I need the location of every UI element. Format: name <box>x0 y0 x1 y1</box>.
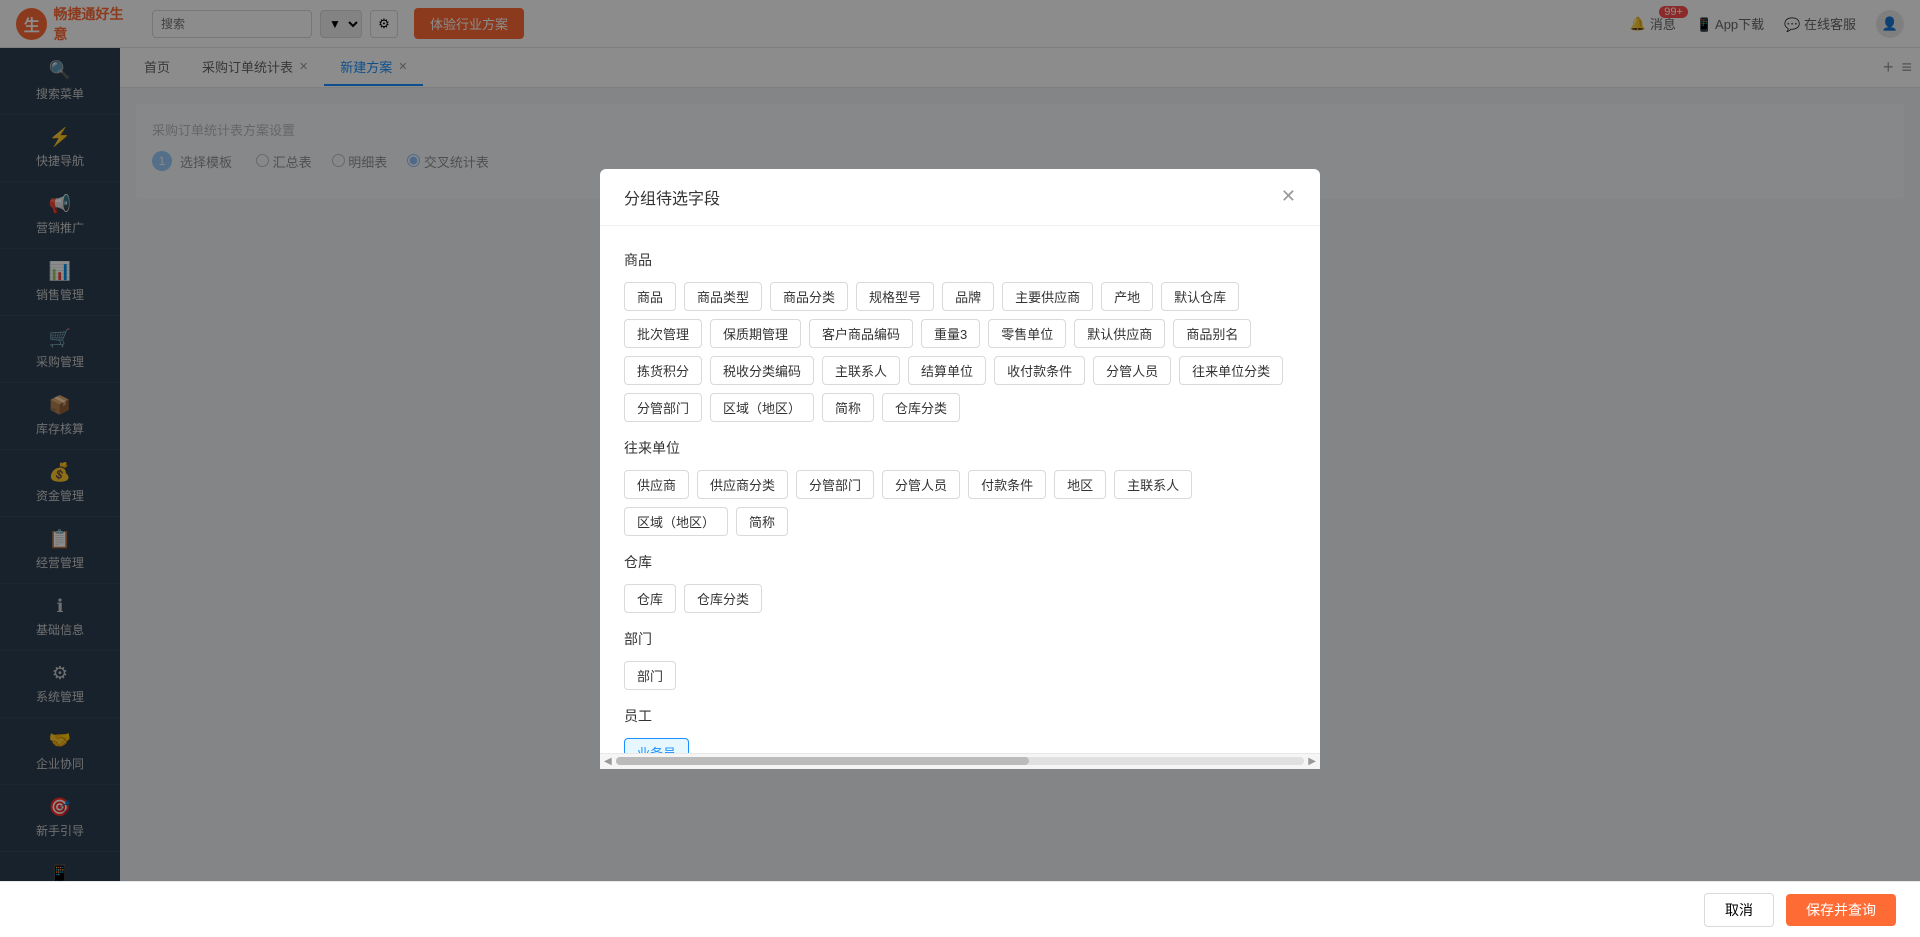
field-tag[interactable]: 品牌 <box>942 282 994 311</box>
field-group-dept: 部门 <box>624 661 1296 690</box>
field-tag[interactable]: 主要供应商 <box>1002 282 1093 311</box>
field-group-counterpart: 供应商 供应商分类 分管部门 分管人员 付款条件 地区 主联系人 区域（地区） … <box>624 470 1296 536</box>
section-title-counterpart: 往来单位 <box>624 438 1296 458</box>
horizontal-scrollbar[interactable] <box>616 757 1305 765</box>
field-tag[interactable]: 商品类型 <box>684 282 762 311</box>
field-tag[interactable]: 主联系人 <box>1114 470 1192 499</box>
field-tag[interactable]: 默认仓库 <box>1161 282 1239 311</box>
field-tag[interactable]: 分管部门 <box>624 393 702 422</box>
field-tag[interactable]: 区域（地区） <box>624 507 728 536</box>
field-tag[interactable]: 默认供应商 <box>1074 319 1165 348</box>
field-tag[interactable]: 规格型号 <box>856 282 934 311</box>
scrollbar-thumb <box>616 757 1029 765</box>
section-title-employee: 员工 <box>624 706 1296 726</box>
modal-title: 分组待选字段 <box>624 185 720 209</box>
field-tag[interactable]: 客户商品编码 <box>809 319 913 348</box>
field-tag[interactable]: 批次管理 <box>624 319 702 348</box>
scroll-right-arrow[interactable]: ▶ <box>1308 756 1316 767</box>
field-tag[interactable]: 分管人员 <box>882 470 960 499</box>
field-tag[interactable]: 地区 <box>1054 470 1106 499</box>
field-tag[interactable]: 往来单位分类 <box>1179 356 1283 385</box>
field-tag[interactable]: 分管部门 <box>796 470 874 499</box>
field-tag-employee-selected[interactable]: 业务员 <box>624 738 689 753</box>
field-tag[interactable]: 仓库分类 <box>684 584 762 613</box>
field-tag[interactable]: 商品 <box>624 282 676 311</box>
field-tag[interactable]: 商品别名 <box>1173 319 1251 348</box>
field-tag[interactable]: 重量3 <box>921 319 980 348</box>
section-title-dept: 部门 <box>624 629 1296 649</box>
field-tag[interactable]: 拣货积分 <box>624 356 702 385</box>
section-title-product: 商品 <box>624 250 1296 270</box>
field-tag[interactable]: 零售单位 <box>988 319 1066 348</box>
modal-scroll-bottom: ◀ ▶ <box>600 753 1320 769</box>
field-tag[interactable]: 收付款条件 <box>994 356 1085 385</box>
field-tag[interactable]: 分管人员 <box>1093 356 1171 385</box>
field-group-product: 商品 商品类型 商品分类 规格型号 品牌 主要供应商 产地 默认仓库 批次管理 … <box>624 282 1296 422</box>
field-tag[interactable]: 结算单位 <box>908 356 986 385</box>
field-tag[interactable]: 税收分类编码 <box>710 356 814 385</box>
field-tag[interactable]: 产地 <box>1101 282 1153 311</box>
field-tag[interactable]: 保质期管理 <box>710 319 801 348</box>
footer-area: 取消 保存并查询 <box>0 881 1920 937</box>
modal-dialog: 分组待选字段 ✕ 商品 商品 商品类型 商品分类 规格型号 品牌 主要供应商 产… <box>600 169 1320 769</box>
scroll-left-arrow[interactable]: ◀ <box>604 756 612 767</box>
modal-close-button[interactable]: ✕ <box>1281 186 1296 207</box>
section-title-warehouse: 仓库 <box>624 552 1296 572</box>
field-tag[interactable]: 仓库分类 <box>882 393 960 422</box>
cancel-button[interactable]: 取消 <box>1704 893 1774 927</box>
field-group-employee: 业务员 <box>624 738 1296 753</box>
field-tag[interactable]: 简称 <box>736 507 788 536</box>
modal-header: 分组待选字段 ✕ <box>600 169 1320 226</box>
field-tag[interactable]: 区域（地区） <box>710 393 814 422</box>
field-tag[interactable]: 付款条件 <box>968 470 1046 499</box>
field-tag[interactable]: 仓库 <box>624 584 676 613</box>
field-tag[interactable]: 简称 <box>822 393 874 422</box>
field-tag[interactable]: 供应商分类 <box>697 470 788 499</box>
modal-overlay: 分组待选字段 ✕ 商品 商品 商品类型 商品分类 规格型号 品牌 主要供应商 产… <box>0 0 1920 937</box>
save-button[interactable]: 保存并查询 <box>1786 894 1896 926</box>
field-tag[interactable]: 供应商 <box>624 470 689 499</box>
field-group-warehouse: 仓库 仓库分类 <box>624 584 1296 613</box>
field-tag[interactable]: 部门 <box>624 661 676 690</box>
modal-body[interactable]: 商品 商品 商品类型 商品分类 规格型号 品牌 主要供应商 产地 默认仓库 批次… <box>600 226 1320 753</box>
field-tag[interactable]: 主联系人 <box>822 356 900 385</box>
field-tag[interactable]: 商品分类 <box>770 282 848 311</box>
